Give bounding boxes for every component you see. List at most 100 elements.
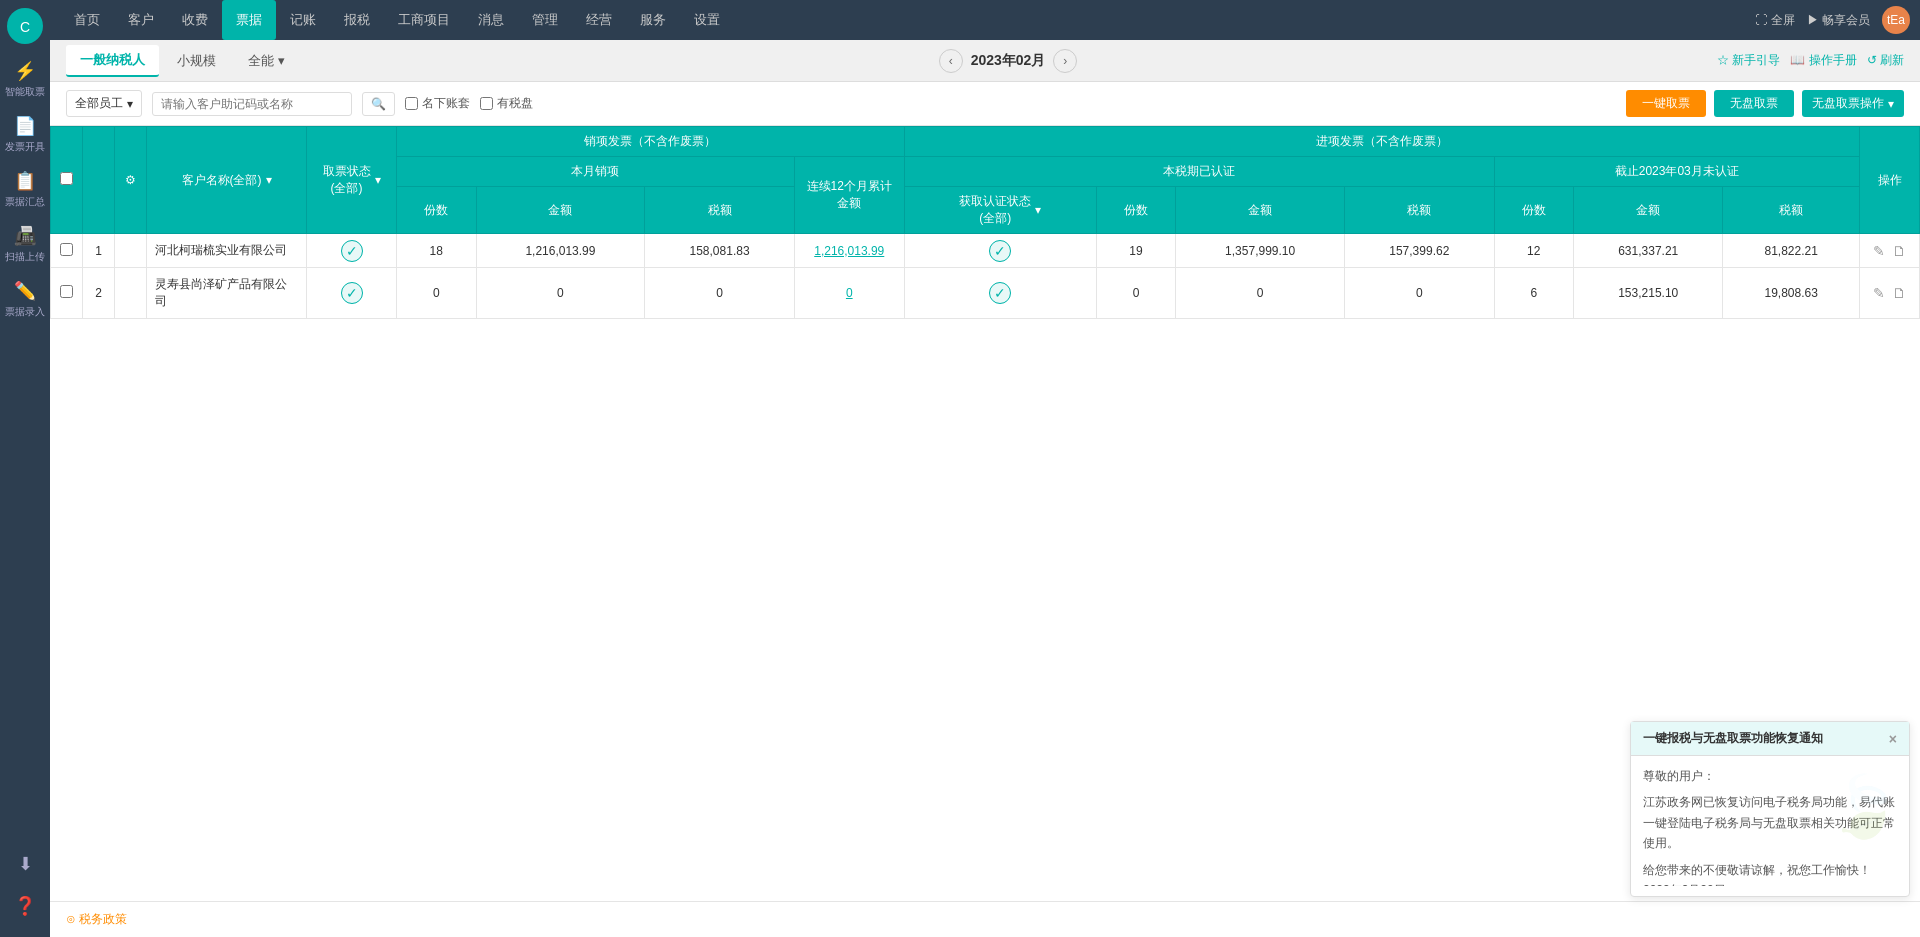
refresh-link[interactable]: ↺ 刷新 bbox=[1867, 52, 1904, 69]
nav-client[interactable]: 客户 bbox=[114, 0, 168, 40]
row-detail-icon[interactable]: 🗋 bbox=[1892, 243, 1906, 259]
th-purchase-cert-amount: 金额 bbox=[1176, 187, 1345, 234]
next-month-btn[interactable]: › bbox=[1053, 49, 1077, 73]
sidebar-item-smart-fetch[interactable]: ⚡ 智能取票 bbox=[0, 52, 50, 107]
nav-home[interactable]: 首页 bbox=[60, 0, 114, 40]
issue-invoice-icon: 📄 bbox=[14, 115, 36, 137]
prev-month-btn[interactable]: ‹ bbox=[939, 49, 963, 73]
th-sales-tax: 税额 bbox=[645, 187, 794, 234]
smart-fetch-icon: ⚡ bbox=[14, 60, 36, 82]
fullscreen-btn[interactable]: ⛶ 全屏 bbox=[1755, 12, 1794, 29]
sidebar: C ⚡ 智能取票 📄 发票开具 📋 票据汇总 📠 扫描上传 ✏️ 票据录入 ⬇ … bbox=[0, 0, 50, 937]
th-purchase-cert-tax: 税额 bbox=[1345, 187, 1494, 234]
no-disk-fetch-btn[interactable]: 无盘取票 bbox=[1714, 90, 1794, 117]
th-num bbox=[83, 127, 115, 234]
row-purchase-cert-amount: 0 bbox=[1176, 268, 1345, 319]
th-cert-status-filter-icon[interactable]: ▾ bbox=[1035, 203, 1041, 217]
check-tax-checkbox[interactable] bbox=[480, 97, 493, 110]
row-detail-icon[interactable]: 🗋 bbox=[1892, 285, 1906, 301]
one-click-fetch-btn[interactable]: 一键取票 bbox=[1626, 90, 1706, 117]
row-purchase-uncert-amount: 631,337.21 bbox=[1574, 234, 1723, 268]
sidebar-item-issue-invoice[interactable]: 📄 发票开具 bbox=[0, 107, 50, 162]
th-fetch-status-filter-icon[interactable]: ▾ bbox=[375, 173, 381, 187]
th-purchase-uncert-count: 份数 bbox=[1494, 187, 1574, 234]
row-cert-status: ✓ bbox=[904, 268, 1096, 319]
notification-scroll[interactable]: 尊敬的用户： 江苏政务网已恢复访问电子税务局功能，易代账一键登陆电子税务局与无盘… bbox=[1643, 766, 1897, 886]
row-purchase-cert-amount: 1,357,999.10 bbox=[1176, 234, 1345, 268]
row-settings bbox=[115, 268, 147, 319]
tab-all[interactable]: 全能 ▾ bbox=[234, 46, 299, 76]
nav-manage[interactable]: 管理 bbox=[518, 0, 572, 40]
nav-tax[interactable]: 报税 bbox=[330, 0, 384, 40]
notification-close-btn[interactable]: × bbox=[1889, 731, 1897, 747]
svg-text:C: C bbox=[20, 19, 30, 35]
row-actions: ✎ 🗋 bbox=[1860, 234, 1920, 268]
th-ops: 操作 bbox=[1860, 127, 1920, 234]
toolbar: 全部员工 ▾ 🔍 名下账套 有税盘 一键取票 无盘取票 无盘取票操作 ▾ bbox=[50, 82, 1920, 126]
nav-bookkeep[interactable]: 记账 bbox=[276, 0, 330, 40]
nav-collect[interactable]: 收费 bbox=[168, 0, 222, 40]
check-tax-label[interactable]: 有税盘 bbox=[480, 95, 533, 112]
nav-message[interactable]: 消息 bbox=[464, 0, 518, 40]
user-avatar[interactable]: tEa bbox=[1882, 6, 1910, 34]
tab-small[interactable]: 小规模 bbox=[163, 46, 230, 76]
th-client-name-filter-icon[interactable]: ▾ bbox=[266, 173, 272, 187]
nav-business[interactable]: 工商项目 bbox=[384, 0, 464, 40]
row-cert-status: ✓ bbox=[904, 234, 1096, 268]
tax-policy-label[interactable]: ⊙ 税务政策 bbox=[66, 911, 127, 928]
nav-settings[interactable]: 设置 bbox=[680, 0, 734, 40]
toolbar-right: 一键取票 无盘取票 无盘取票操作 ▾ bbox=[1626, 90, 1904, 117]
main-table: ⚙ 客户名称(全部) ▾ 取票状态(全部) ▾ 销项发票（不含作废票） bbox=[50, 126, 1920, 319]
search-btn[interactable]: 🔍 bbox=[362, 92, 395, 116]
row-checkbox[interactable] bbox=[51, 234, 83, 268]
row-purchase-uncert-count: 6 bbox=[1494, 268, 1574, 319]
th-checkbox bbox=[51, 127, 83, 234]
row-edit-icon[interactable]: ✎ bbox=[1873, 285, 1885, 301]
th-client-name[interactable]: 客户名称(全部) ▾ bbox=[147, 127, 307, 234]
table-row: 1 河北柯瑞梳实业有限公司 ✓ 18 1,216,013.99 158,081.… bbox=[51, 234, 1920, 268]
tab-all-dropdown-icon: ▾ bbox=[278, 53, 285, 68]
check-account-label[interactable]: 名下账套 bbox=[405, 95, 470, 112]
th-fetch-status[interactable]: 取票状态(全部) ▾ bbox=[307, 127, 397, 234]
row-fetch-status: ✓ bbox=[307, 234, 397, 268]
sidebar-download-btn[interactable]: ⬇ bbox=[0, 845, 50, 883]
search-input[interactable] bbox=[152, 92, 352, 116]
manual-link[interactable]: 📖 操作手册 bbox=[1790, 52, 1856, 69]
footer: ⊙ 税务政策 bbox=[50, 901, 1920, 937]
new-guide-link[interactable]: ☆ 新手引导 bbox=[1717, 52, 1780, 69]
table-row: 2 灵寿县尚泽矿产品有限公司 ✓ 0 0 0 0 ✓ 0 0 0 6 153,2… bbox=[51, 268, 1920, 319]
row-purchase-cert-count: 19 bbox=[1096, 234, 1176, 268]
sidebar-help-btn[interactable]: ❓ bbox=[0, 887, 50, 925]
sidebar-item-data-entry[interactable]: ✏️ 票据录入 bbox=[0, 272, 50, 327]
row-cum-12m[interactable]: 1,216,013.99 bbox=[794, 234, 904, 268]
nav-service[interactable]: 服务 bbox=[626, 0, 680, 40]
select-all-checkbox[interactable] bbox=[60, 172, 73, 185]
row-client-name: 河北柯瑞梳实业有限公司 bbox=[147, 234, 307, 268]
notification-header: 一键报税与无盘取票功能恢复通知 × bbox=[1631, 722, 1909, 756]
no-disk-ops-btn[interactable]: 无盘取票操作 ▾ bbox=[1802, 90, 1904, 117]
nav-invoice[interactable]: 票据 bbox=[222, 0, 276, 40]
scan-upload-icon: 📠 bbox=[14, 225, 36, 247]
row-purchase-uncert-amount: 153,215.10 bbox=[1574, 268, 1723, 319]
sidebar-item-scan-upload[interactable]: 📠 扫描上传 bbox=[0, 217, 50, 272]
row-edit-icon[interactable]: ✎ bbox=[1873, 243, 1885, 259]
check-account-checkbox[interactable] bbox=[405, 97, 418, 110]
member-btn[interactable]: ▶ 畅享会员 bbox=[1807, 12, 1870, 29]
tab-general[interactable]: 一般纳税人 bbox=[66, 45, 159, 77]
th-cert-status[interactable]: 获取认证状态(全部) ▾ bbox=[904, 187, 1096, 234]
employee-select[interactable]: 全部员工 ▾ bbox=[66, 90, 142, 117]
th-sales-group: 销项发票（不含作废票） bbox=[397, 127, 905, 157]
sidebar-item-invoice-summary[interactable]: 📋 票据汇总 bbox=[0, 162, 50, 217]
row-settings bbox=[115, 234, 147, 268]
employee-select-icon: ▾ bbox=[127, 97, 133, 111]
data-entry-icon: ✏️ bbox=[14, 280, 36, 302]
th-fetch-status-label: 取票状态(全部) bbox=[323, 163, 371, 197]
th-sales-amount: 金额 bbox=[476, 187, 645, 234]
th-sales-count: 份数 bbox=[397, 187, 477, 234]
nav-operation[interactable]: 经营 bbox=[572, 0, 626, 40]
row-cum-12m[interactable]: 0 bbox=[794, 268, 904, 319]
row-checkbox[interactable] bbox=[51, 268, 83, 319]
notification-date: 2023年3月20日 bbox=[1643, 880, 1897, 886]
th-purchase-uncert-amount: 金额 bbox=[1574, 187, 1723, 234]
row-fetch-status: ✓ bbox=[307, 268, 397, 319]
